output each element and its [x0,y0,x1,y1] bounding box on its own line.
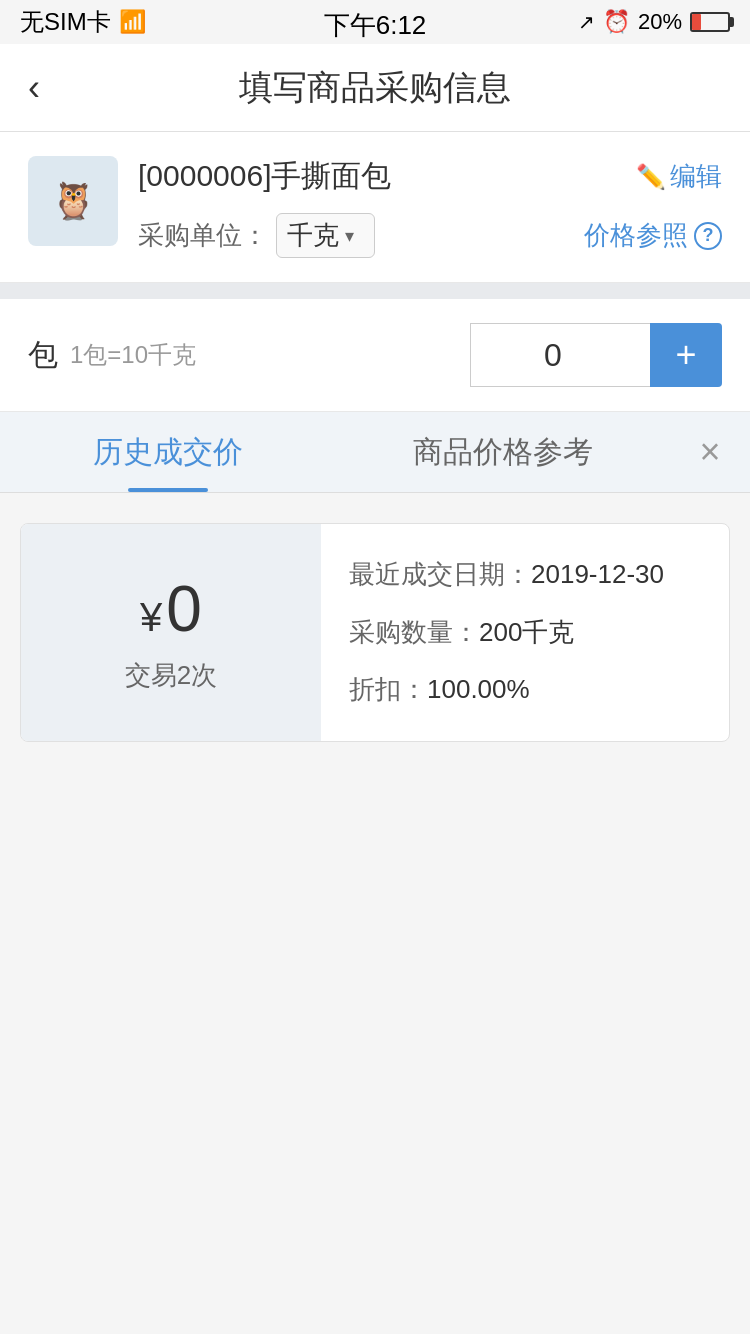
product-info: [0000006]手撕面包 ✏️ 编辑 采购单位： 千克 ▾ 价格参照 [138,156,722,258]
tab-product-price-ref[interactable]: 商品价格参考 [335,412,670,492]
edit-icon: ✏️ [636,163,666,191]
product-thumb-icon: 🦉 [51,180,96,222]
tabs-container: 历史成交价 商品价格参考 × [0,412,750,493]
close-icon: × [699,431,720,473]
status-carrier: 无SIM卡 📶 [20,6,146,38]
quantity-input-group: + [470,323,722,387]
page-title: 填写商品采购信息 [239,65,511,111]
product-id: [0000006] [138,159,271,192]
unit-dropdown-arrow: ▾ [345,225,354,247]
purchase-qty-label: 采购数量： [349,617,479,647]
unit-value: 千克 [287,218,339,253]
edit-button[interactable]: ✏️ 编辑 [636,159,722,194]
purchase-qty-value: 200千克 [479,617,574,647]
wifi-icon: 📶 [119,9,146,35]
discount-value: 100.00% [427,674,530,704]
product-title: 手撕面包 [271,159,391,192]
price-display: ¥ 0 [140,572,202,646]
alarm-icon: ⏰ [603,9,630,35]
discount-row: 折扣：100.00% [349,669,701,711]
last-trade-date-label: 最近成交日期： [349,559,531,589]
location-icon: ↗ [578,10,595,34]
tabs-row: 历史成交价 商品价格参考 × [0,412,750,492]
price-card: ¥ 0 交易2次 最近成交日期：2019-12-30 采购数量：200千克 折扣… [20,523,730,742]
trade-count: 交易2次 [125,658,217,693]
quantity-input[interactable] [470,323,650,387]
quantity-unit-label: 包 [28,335,58,376]
product-name: [0000006]手撕面包 [138,156,391,197]
content-area: ¥ 0 交易2次 最近成交日期：2019-12-30 采购数量：200千克 折扣… [0,493,750,1093]
unit-label: 采购单位： [138,218,268,253]
battery-text: 20% [638,9,682,35]
status-time: 下午6:12 [324,8,427,43]
price-ref-help-icon: ? [694,222,722,250]
close-tab-button[interactable]: × [670,412,750,492]
price-reference-button[interactable]: 价格参照 ? [584,218,722,253]
product-thumbnail: 🦉 [28,156,118,246]
section-divider [0,283,750,299]
purchase-qty-row: 采购数量：200千克 [349,612,701,654]
price-detail-panel: 最近成交日期：2019-12-30 采购数量：200千克 折扣：100.00% [321,524,729,741]
price-amount: 0 [166,572,202,646]
discount-label: 折扣： [349,674,427,704]
tab-history-label: 历史成交价 [93,432,243,473]
tab-price-ref-label: 商品价格参考 [413,432,593,473]
edit-label: 编辑 [670,159,722,194]
tab-active-indicator [128,488,208,492]
product-card: 🦉 [0000006]手撕面包 ✏️ 编辑 采购单位： 千克 ▾ [0,132,750,283]
last-trade-date-row: 最近成交日期：2019-12-30 [349,554,701,596]
nav-bar: ‹ 填写商品采购信息 [0,44,750,132]
quantity-unit-hint: 1包=10千克 [70,339,196,371]
battery-icon [690,12,730,32]
quantity-row: 包 1包=10千克 + [0,299,750,412]
status-right: ↗ ⏰ 20% [578,9,730,35]
quantity-plus-button[interactable]: + [650,323,722,387]
price-summary-panel: ¥ 0 交易2次 [21,524,321,741]
tab-history-price[interactable]: 历史成交价 [0,412,335,492]
unit-select[interactable]: 千克 ▾ [276,213,375,258]
carrier-text: 无SIM卡 [20,6,111,38]
currency-symbol: ¥ [140,595,162,640]
status-bar: 无SIM卡 📶 下午6:12 ↗ ⏰ 20% [0,0,750,44]
back-button[interactable]: ‹ [28,67,40,109]
last-trade-date-value: 2019-12-30 [531,559,664,589]
price-ref-label: 价格参照 [584,218,688,253]
